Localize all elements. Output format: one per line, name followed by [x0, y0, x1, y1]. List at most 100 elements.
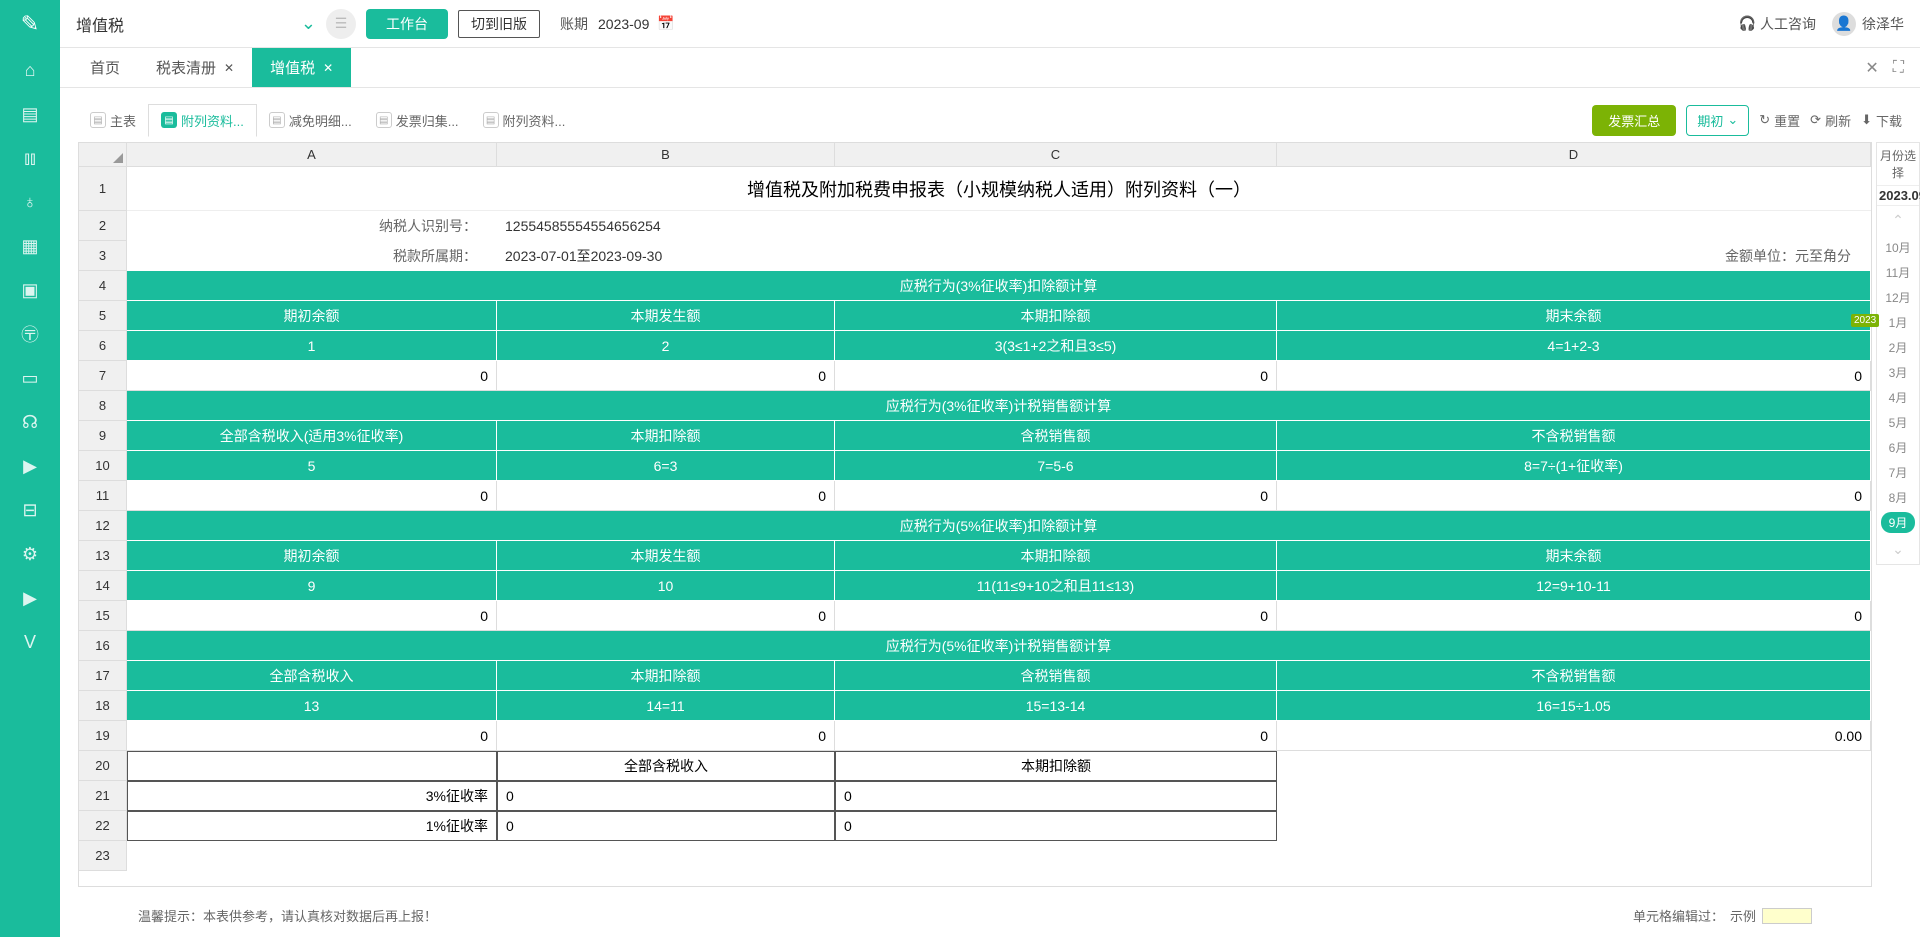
data-cell[interactable]: 0	[835, 781, 1277, 811]
row-header[interactable]: 16	[79, 631, 127, 661]
col-header-b[interactable]: B	[497, 143, 835, 166]
data-cell[interactable]: 0	[835, 601, 1277, 631]
row-header[interactable]: 11	[79, 481, 127, 511]
nav-clipboard-icon[interactable]: ▦	[0, 224, 60, 268]
row-header[interactable]: 4	[79, 271, 127, 301]
data-cell[interactable]: 0	[127, 601, 497, 631]
row-header[interactable]: 2	[79, 211, 127, 241]
company-selector[interactable]: 增值税 ⌄	[76, 12, 316, 36]
month-item[interactable]: 6月	[1877, 435, 1919, 460]
tab-home[interactable]: 首页	[72, 48, 138, 87]
row-header[interactable]: 7	[79, 361, 127, 391]
month-up-icon[interactable]: ⌃	[1877, 206, 1919, 235]
month-item[interactable]: 1月2023	[1877, 310, 1919, 335]
empty-cell[interactable]	[127, 841, 1871, 871]
nav-tool-icon[interactable]: 〶	[0, 312, 60, 356]
calendar-icon[interactable]: 📅	[657, 15, 674, 32]
data-cell[interactable]: 0.00	[1277, 721, 1871, 751]
invoice-summary-button[interactable]: 发票汇总	[1592, 105, 1676, 136]
data-cell[interactable]: 0	[497, 481, 835, 511]
row-header[interactable]: 10	[79, 451, 127, 481]
row-header[interactable]: 14	[79, 571, 127, 601]
data-cell[interactable]: 0	[835, 481, 1277, 511]
fullscreen-icon[interactable]: ⛶	[1893, 59, 1904, 77]
console-button[interactable]: 工作台	[366, 9, 448, 39]
month-item[interactable]: 8月	[1877, 485, 1919, 510]
row-header[interactable]: 12	[79, 511, 127, 541]
data-cell[interactable]: 0	[835, 361, 1277, 391]
nav-hand-icon[interactable]: ☊	[0, 400, 60, 444]
row-header[interactable]: 22	[79, 811, 127, 841]
data-cell[interactable]: 0	[127, 721, 497, 751]
month-item[interactable]: 12月	[1877, 285, 1919, 310]
nav-export-icon[interactable]: ▶	[0, 444, 60, 488]
nav-home-icon[interactable]: ⌂	[0, 48, 60, 92]
empty-cell[interactable]	[1277, 781, 1871, 811]
refresh-button[interactable]: ⟳刷新	[1810, 111, 1851, 130]
data-cell[interactable]: 0	[497, 601, 835, 631]
data-cell[interactable]: 0	[835, 811, 1277, 841]
col-header-d[interactable]: D	[1277, 143, 1871, 166]
subtab-exempt[interactable]: ▤减免明细...	[257, 105, 364, 136]
row-header[interactable]: 15	[79, 601, 127, 631]
row-header[interactable]: 21	[79, 781, 127, 811]
tab-vat[interactable]: 增值税✕	[252, 48, 351, 87]
nav-v-icon[interactable]: V	[0, 620, 60, 664]
row-header[interactable]: 18	[79, 691, 127, 721]
data-cell[interactable]: 0	[1277, 481, 1871, 511]
nav-chart-icon[interactable]: ⫾⫾	[0, 136, 60, 180]
data-cell[interactable]: 0	[127, 361, 497, 391]
help-button[interactable]: 🎧人工咨询	[1739, 14, 1816, 34]
row-header[interactable]: 9	[79, 421, 127, 451]
empty-cell[interactable]	[1277, 751, 1871, 781]
subtab-attach2[interactable]: ▤附列资料...	[471, 105, 578, 136]
row-header[interactable]: 17	[79, 661, 127, 691]
data-cell[interactable]: 0	[497, 811, 835, 841]
nav-video-icon[interactable]: ▶	[0, 576, 60, 620]
tab-taxlist[interactable]: 税表清册✕	[138, 48, 252, 87]
row-header[interactable]: 5	[79, 301, 127, 331]
month-item[interactable]: 7月	[1877, 460, 1919, 485]
close-icon[interactable]: ✕	[224, 61, 234, 75]
user-menu[interactable]: 👤徐泽华	[1832, 12, 1904, 36]
data-cell[interactable]: 0	[127, 481, 497, 511]
row-header[interactable]: 20	[79, 751, 127, 781]
nav-bag-icon[interactable]: ♁	[0, 180, 60, 224]
empty-cell[interactable]	[1277, 811, 1871, 841]
subtab-main[interactable]: ▤主表	[78, 105, 148, 136]
row-header[interactable]: 23	[79, 841, 127, 871]
month-item[interactable]: 10月	[1877, 235, 1919, 260]
data-cell[interactable]: 0	[1277, 361, 1871, 391]
period-init-button[interactable]: 期初⌄	[1686, 105, 1749, 136]
data-cell[interactable]: 0	[835, 721, 1277, 751]
col-header-c[interactable]: C	[835, 143, 1277, 166]
month-item[interactable]: 3月	[1877, 360, 1919, 385]
close-icon[interactable]: ✕	[323, 61, 333, 75]
row-header[interactable]: 13	[79, 541, 127, 571]
switch-old-button[interactable]: 切到旧版	[458, 10, 540, 38]
row-header[interactable]: 1	[79, 167, 127, 211]
data-cell[interactable]: 0	[1277, 601, 1871, 631]
nav-calc-icon[interactable]: ▣	[0, 268, 60, 312]
nav-screen-icon[interactable]: ▭	[0, 356, 60, 400]
data-cell[interactable]: 0	[497, 781, 835, 811]
month-item[interactable]: 4月	[1877, 385, 1919, 410]
subtab-invoice[interactable]: ▤发票归集...	[364, 105, 471, 136]
row-header[interactable]: 19	[79, 721, 127, 751]
row-header[interactable]: 3	[79, 241, 127, 271]
month-item[interactable]: 2月	[1877, 335, 1919, 360]
row-header[interactable]: 6	[79, 331, 127, 361]
month-item[interactable]: 11月	[1877, 260, 1919, 285]
select-all-corner[interactable]	[79, 143, 127, 166]
col-header-a[interactable]: A	[127, 143, 497, 166]
month-item[interactable]: 5月	[1877, 410, 1919, 435]
row-header[interactable]: 8	[79, 391, 127, 421]
list-icon[interactable]: ☰	[326, 9, 356, 39]
nav-book-icon[interactable]: ▤	[0, 92, 60, 136]
subtab-attach[interactable]: ▤附列资料...	[148, 104, 257, 137]
reset-button[interactable]: ↻重置	[1759, 111, 1800, 130]
month-item[interactable]: 9月	[1881, 512, 1915, 533]
data-cell[interactable]: 0	[497, 721, 835, 751]
close-all-icon[interactable]: ✕	[1865, 58, 1878, 78]
nav-inbox-icon[interactable]: ⊟	[0, 488, 60, 532]
